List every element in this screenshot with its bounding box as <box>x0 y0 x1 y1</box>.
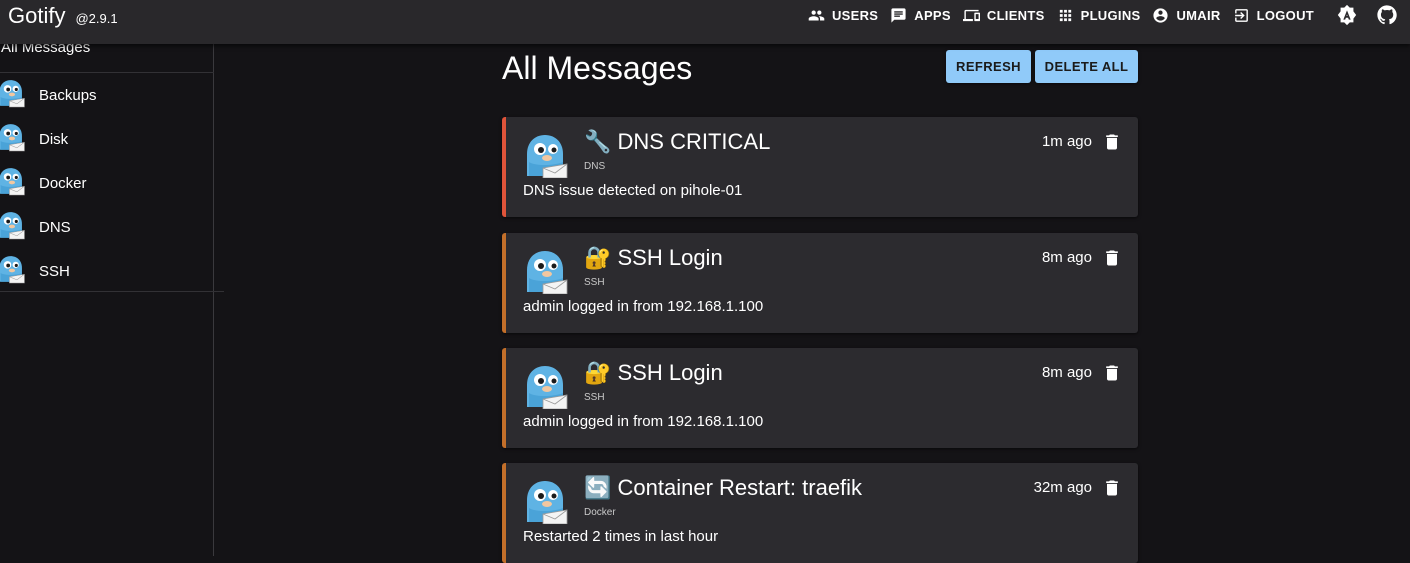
app-title[interactable]: Gotify <box>8 3 65 29</box>
message-card: 🔐 SSH Login SSH admin logged in from 192… <box>502 233 1138 333</box>
message-title: 🔐 SSH Login <box>584 360 723 385</box>
github-link[interactable] <box>1376 4 1398 26</box>
message-card: 🔄 Container Restart: traefik Docker Rest… <box>502 463 1138 563</box>
sidebar-app-list: Backups Disk Docker DNS SSH <box>0 73 214 293</box>
app-avatar <box>523 363 569 409</box>
refresh-button[interactable]: REFRESH <box>946 50 1031 83</box>
sidebar: All Messages Backups Disk Docker DNS SSH <box>0 39 224 556</box>
github-icon <box>1377 5 1397 25</box>
app-avatar <box>0 123 29 155</box>
nav-plugins[interactable]: PLUGINS <box>1057 0 1141 30</box>
trash-icon <box>1106 134 1118 150</box>
sidebar-item-label: DNS <box>39 218 71 236</box>
brand[interactable]: Gotify @2.9.1 <box>8 3 118 29</box>
sidebar-item-docker[interactable]: Docker <box>0 161 214 205</box>
nav-apps[interactable]: APPS <box>890 0 951 30</box>
nav-plugins-label: PLUGINS <box>1080 7 1141 23</box>
users-icon <box>808 10 825 20</box>
delete-message-button[interactable] <box>1102 362 1122 384</box>
nav-users[interactable]: USERS <box>808 0 878 30</box>
message-body: Restarted 2 times in last hour <box>523 528 719 545</box>
app-version: @2.9.1 <box>75 11 118 26</box>
sidebar-item-backups[interactable]: Backups <box>0 73 214 117</box>
logout-icon <box>1234 8 1248 22</box>
message-timestamp: 8m ago <box>1041 364 1092 381</box>
trash-icon <box>1106 480 1118 496</box>
message-timestamp: 32m ago <box>1033 479 1092 496</box>
sidebar-item-dns[interactable]: DNS <box>0 205 214 249</box>
app-avatar <box>0 79 29 111</box>
nav-logout-label: LOGOUT <box>1256 7 1314 23</box>
top-app-bar: Gotify @2.9.1 USERS APPS CLIENTS PLUGINS… <box>0 0 1410 44</box>
trash-icon <box>1106 250 1118 266</box>
theme-toggle-button[interactable] <box>1336 4 1358 26</box>
apps-icon <box>891 7 906 23</box>
message-timestamp: 8m ago <box>1041 249 1092 266</box>
app-avatar <box>0 255 29 287</box>
nav-user-account[interactable]: UMAIR <box>1152 0 1220 30</box>
plugins-icon <box>1059 9 1071 21</box>
top-nav: USERS APPS CLIENTS PLUGINS UMAIR LOGOUT <box>808 0 1410 30</box>
message-body: DNS issue detected on pihole-01 <box>523 182 743 199</box>
message-body: admin logged in from 192.168.1.100 <box>523 298 764 315</box>
app-avatar <box>523 478 569 524</box>
message-title: 🔐 SSH Login <box>584 245 723 270</box>
app-avatar <box>523 132 569 178</box>
nav-clients-label: CLIENTS <box>986 7 1045 23</box>
nav-clients[interactable]: CLIENTS <box>962 0 1045 30</box>
sidebar-item-label: SSH <box>39 262 70 280</box>
app-avatar <box>0 211 29 243</box>
nav-user-label: UMAIR <box>1176 7 1221 23</box>
message-body: admin logged in from 192.168.1.100 <box>523 413 764 430</box>
sidebar-item-label: Disk <box>39 130 69 148</box>
message-title: 🔧 DNS CRITICAL <box>584 129 771 154</box>
app-avatar <box>0 167 29 199</box>
sidebar-item-label: Docker <box>39 174 87 192</box>
delete-message-button[interactable] <box>1102 131 1122 153</box>
message-app-name: SSH <box>584 277 605 288</box>
app-avatar <box>523 248 569 294</box>
message-app-name: SSH <box>584 392 605 403</box>
account-icon <box>1153 7 1169 23</box>
sidebar-divider <box>0 291 224 292</box>
trash-icon <box>1106 365 1118 381</box>
sidebar-item-ssh[interactable]: SSH <box>0 249 214 293</box>
nav-apps-label: APPS <box>914 7 951 23</box>
message-title: 🔄 Container Restart: traefik <box>584 475 863 500</box>
delete-message-button[interactable] <box>1102 247 1122 269</box>
message-app-name: Docker <box>584 507 616 518</box>
delete-message-button[interactable] <box>1102 477 1122 499</box>
delete-all-button[interactable]: DELETE ALL <box>1035 50 1138 83</box>
sidebar-item-label: Backups <box>39 86 97 104</box>
page-title: All Messages <box>502 50 693 86</box>
message-app-name: DNS <box>584 161 606 172</box>
nav-users-label: USERS <box>831 7 879 23</box>
message-timestamp: 1m ago <box>1041 133 1092 150</box>
message-card: 🔐 SSH Login SSH admin logged in from 192… <box>502 348 1138 448</box>
message-card: 🔧 DNS CRITICAL DNS DNS issue detected on… <box>502 117 1138 217</box>
sidebar-item-disk[interactable]: Disk <box>0 117 214 161</box>
nav-logout[interactable]: LOGOUT <box>1233 0 1314 30</box>
theme-icon <box>1337 4 1357 26</box>
clients-icon <box>962 9 980 21</box>
